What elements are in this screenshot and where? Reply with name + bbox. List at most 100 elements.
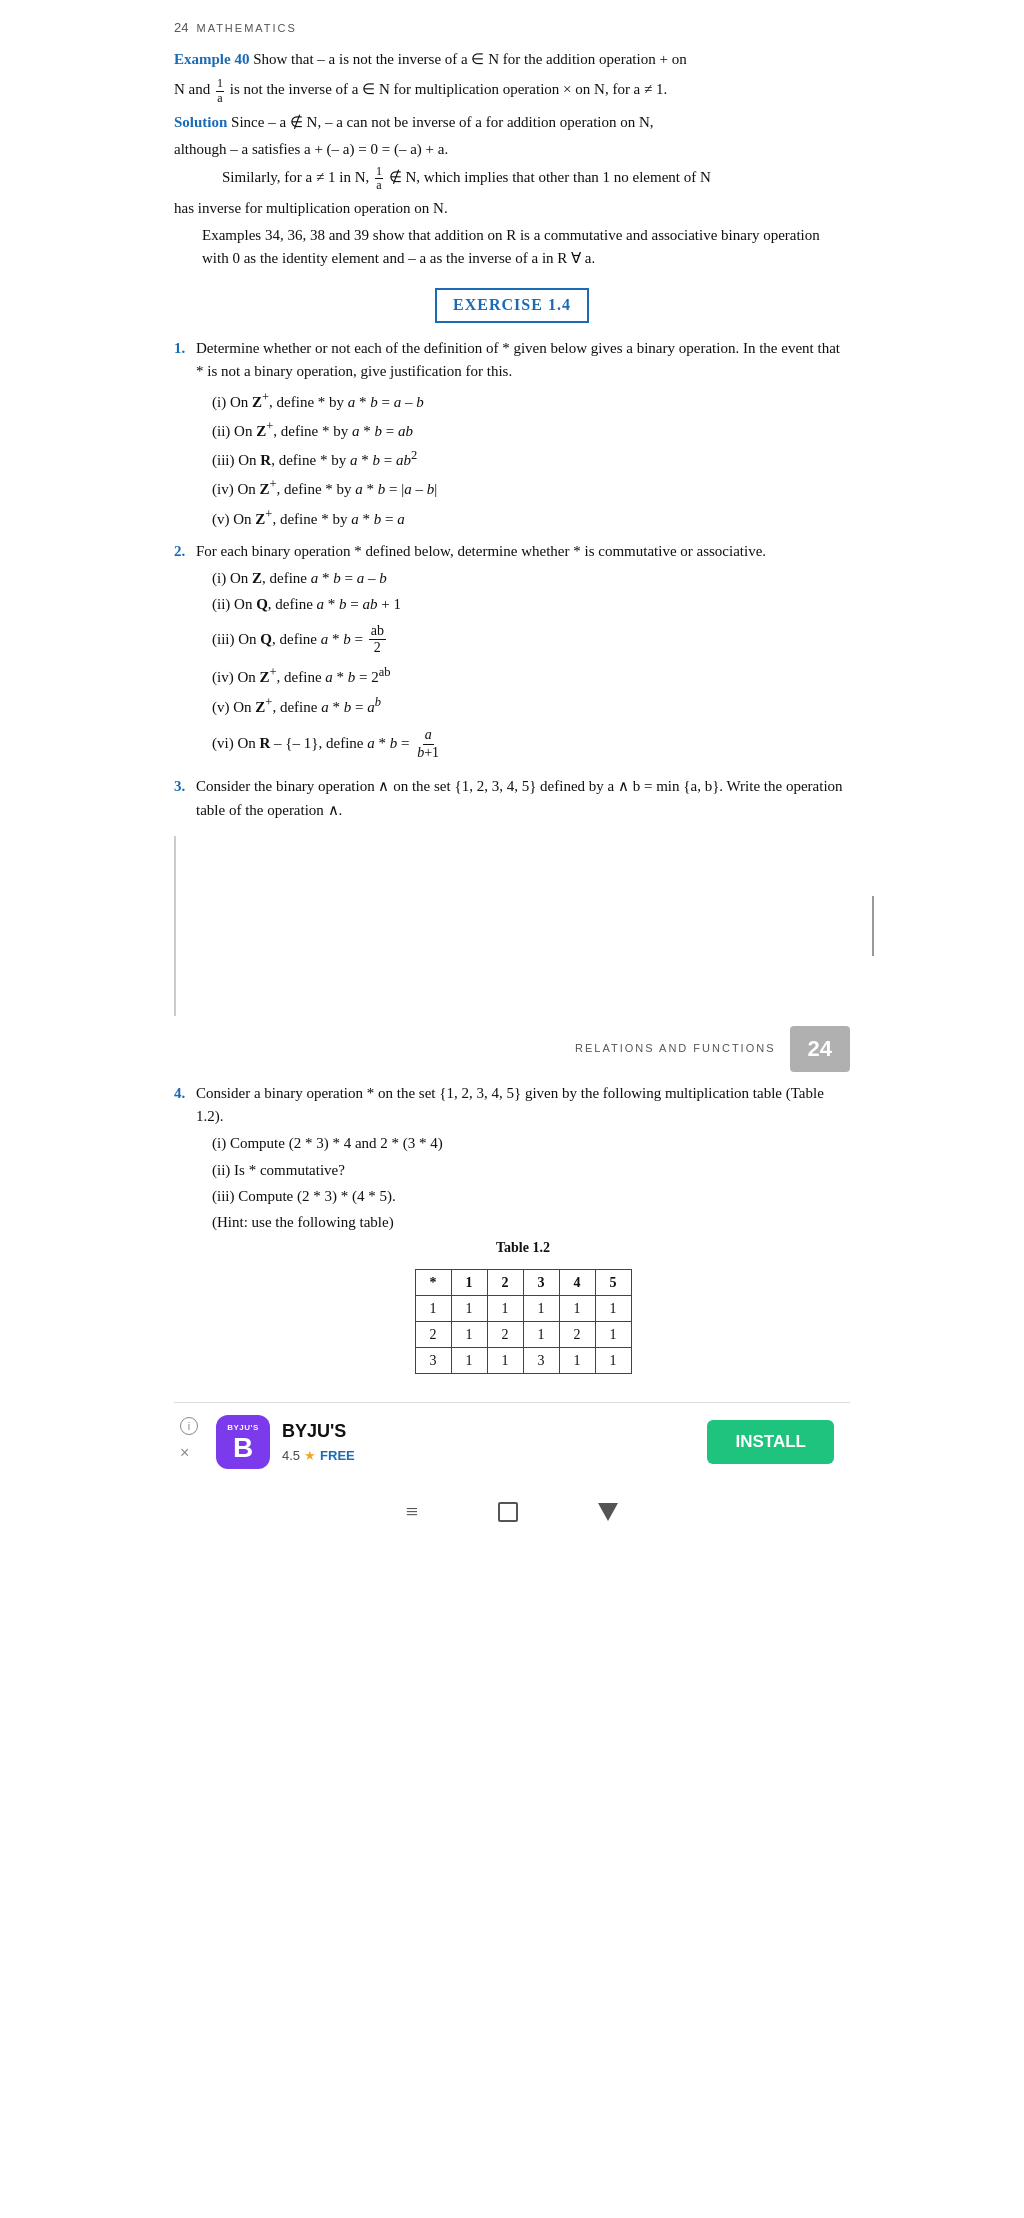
table-row: 2 1 2 1 2 1 <box>415 1322 631 1348</box>
table-cell-r3c4: 1 <box>559 1348 595 1374</box>
sim-frac-den: a <box>375 179 382 192</box>
info-icon[interactable]: i <box>180 1417 198 1435</box>
star-icon: ★ <box>304 1446 316 1466</box>
q4-hint-text: (Hint: use the following table) <box>212 1214 394 1230</box>
q1-v-label: (v) <box>212 511 233 527</box>
q1-part-v: (v) On Z+, define * by a * b = a <box>212 505 850 531</box>
q1-part-iv: (iv) On Z+, define * by a * b = |a – b| <box>212 475 850 501</box>
free-label: FREE <box>320 1446 355 1466</box>
q1-content: Determine whether or not each of the def… <box>196 337 850 534</box>
table-header-star: * <box>415 1270 451 1296</box>
q2-vi-label: (vi) <box>212 735 237 751</box>
table-cell-r3c5: 1 <box>595 1348 631 1374</box>
close-icon[interactable]: × <box>180 1441 189 1466</box>
table-header-3: 3 <box>523 1270 559 1296</box>
q4-hint: (Hint: use the following table) <box>212 1211 850 1234</box>
q1-iii-text: On R, define * by a * b = ab2 <box>238 452 417 468</box>
q2-iv-label: (iv) <box>212 669 237 685</box>
nand-fraction: 1 a <box>216 77 224 104</box>
q2-iii-fraction: ab 2 <box>369 623 386 658</box>
nand-frac-den: a <box>216 92 223 105</box>
table-cell-r1c0: 1 <box>415 1296 451 1322</box>
example-40-label: Example 40 <box>174 51 249 67</box>
home-nav-icon[interactable] <box>498 1502 518 1522</box>
byju-info: BYJU'S 4.5 ★ FREE <box>282 1418 707 1466</box>
q4-part-iii: (iii) Compute (2 * 3) * (4 * 5). <box>212 1185 850 1208</box>
q4-ii-label: (ii) <box>212 1162 234 1178</box>
q4-text: Consider a binary operation * on the set… <box>196 1082 850 1129</box>
q2-vi-frac-num: a <box>423 727 434 745</box>
q4-part-i: (i) Compute (2 * 3) * 4 and 2 * (3 * 4) <box>212 1132 850 1155</box>
install-button[interactable]: INSTALL <box>707 1420 834 1464</box>
q2-part-i: (i) On Z, define a * b = a – b <box>212 567 766 590</box>
q2-vi-text: On R – {– 1}, define a * b = <box>237 735 413 751</box>
table-header-2: 2 <box>487 1270 523 1296</box>
solution-line2: although – a satisfies a + (– a) = 0 = (… <box>174 138 850 161</box>
right-border <box>872 896 874 956</box>
table-cell-r3c2: 1 <box>487 1348 523 1374</box>
table-cell-r2c1: 1 <box>451 1322 487 1348</box>
q2-ii-label: (ii) <box>212 596 234 612</box>
q4-num: 4. <box>174 1082 196 1384</box>
table-header-row: * 1 2 3 4 5 <box>415 1270 631 1296</box>
q2-part-iii: (iii) On Q, define a * b = ab 2 <box>212 623 766 658</box>
q1-iv-text: On Z+, define * by a * b = |a – b| <box>237 481 437 497</box>
table-cell-r3c0: 3 <box>415 1348 451 1374</box>
q4-ii-text: Is * commutative? <box>234 1162 345 1178</box>
q4-iii-text: Compute (2 * 3) * (4 * 5). <box>238 1188 395 1204</box>
table-cell-r2c5: 1 <box>595 1322 631 1348</box>
nand-line: N and 1 a is not the inverse of a ∈ N fo… <box>174 77 850 104</box>
q1-iii-label: (iii) <box>212 452 238 468</box>
q1-part-i: (i) On Z+, define * by a * b = a – b <box>212 388 850 414</box>
example-40-text: Show that – a is not the inverse of a ∈ … <box>253 51 686 67</box>
has-inverse: has inverse for multiplication operation… <box>174 197 850 220</box>
byju-app-name: BYJU'S <box>282 1418 707 1446</box>
q4-parts: (i) Compute (2 * 3) * 4 and 2 * (3 * 4) … <box>212 1132 850 1234</box>
q1-text: Determine whether or not each of the def… <box>196 337 850 384</box>
table-cell-r3c3: 3 <box>523 1348 559 1374</box>
q1-iv-label: (iv) <box>212 481 237 497</box>
table-cell-r3c1: 1 <box>451 1348 487 1374</box>
table-cell-r2c0: 2 <box>415 1322 451 1348</box>
q2-i-text: On Z, define a * b = a – b <box>230 570 387 586</box>
q2-part-iv: (iv) On Z+, define a * b = 2ab <box>212 663 766 689</box>
q3-text: Consider the binary operation ∧ on the s… <box>196 775 850 822</box>
solution-line1: Solution Since – a ∉ N, – a can not be i… <box>174 111 850 134</box>
q2-i-label: (i) <box>212 570 230 586</box>
q1-v-text: On Z+, define * by a * b = a <box>233 511 404 527</box>
table-header-1: 1 <box>451 1270 487 1296</box>
page-number-1: 24 <box>174 18 188 38</box>
question-4: 4. Consider a binary operation * on the … <box>174 1082 850 1384</box>
solution-text1: Since – a ∉ N, – a can not be inverse of… <box>231 114 653 130</box>
example-40-line: Example 40 Show that – a is not the inve… <box>174 48 850 71</box>
operation-table: * 1 2 3 4 5 1 1 1 1 1 1 <box>415 1269 632 1374</box>
q2-text: For each binary operation * defined belo… <box>196 540 766 563</box>
back-nav-icon[interactable] <box>598 1503 618 1521</box>
q2-part-v: (v) On Z+, define a * b = ab <box>212 693 766 719</box>
table-cell-r2c3: 1 <box>523 1322 559 1348</box>
q2-ii-text: On Q, define a * b = ab + 1 <box>234 596 401 612</box>
menu-nav-icon[interactable]: ≡ <box>406 1495 418 1529</box>
q3-num: 3. <box>174 775 196 826</box>
question-1: 1. Determine whether or not each of the … <box>174 337 850 534</box>
q1-i-text: On Z+, define * by a * b = a – b <box>230 394 424 410</box>
question-2: 2. For each binary operation * defined b… <box>174 540 850 769</box>
q2-vi-frac-den: b+1 <box>415 745 441 762</box>
page-2-header: RELATIONS AND FUNCTIONS 24 <box>174 1026 850 1072</box>
solution-label: Solution <box>174 114 227 130</box>
table-cell-r1c4: 1 <box>559 1296 595 1322</box>
similarly-rest: ∉ N, which implies that other than 1 no … <box>389 169 711 185</box>
q1-ii-text: On Z+, define * by a * b = ab <box>234 423 413 439</box>
page-2: RELATIONS AND FUNCTIONS 24 4. Consider a… <box>150 1026 874 1537</box>
similarly-text: Similarly, for a ≠ 1 in N, <box>222 169 369 185</box>
table-cell-r1c1: 1 <box>451 1296 487 1322</box>
byju-logo-box: BYJU'S B <box>216 1415 270 1469</box>
table-cell-r2c2: 2 <box>487 1322 523 1348</box>
table-cell-r1c3: 1 <box>523 1296 559 1322</box>
exercise-list: 1. Determine whether or not each of the … <box>174 337 850 826</box>
q4-iii-label: (iii) <box>212 1188 238 1204</box>
q2-part-vi: (vi) On R – {– 1}, define a * b = a b+1 <box>212 727 766 762</box>
table-header-5: 5 <box>595 1270 631 1296</box>
q2-iv-text: On Z+, define a * b = 2ab <box>237 669 390 685</box>
q2-iii-text: On Q, define a * b = <box>238 630 366 646</box>
